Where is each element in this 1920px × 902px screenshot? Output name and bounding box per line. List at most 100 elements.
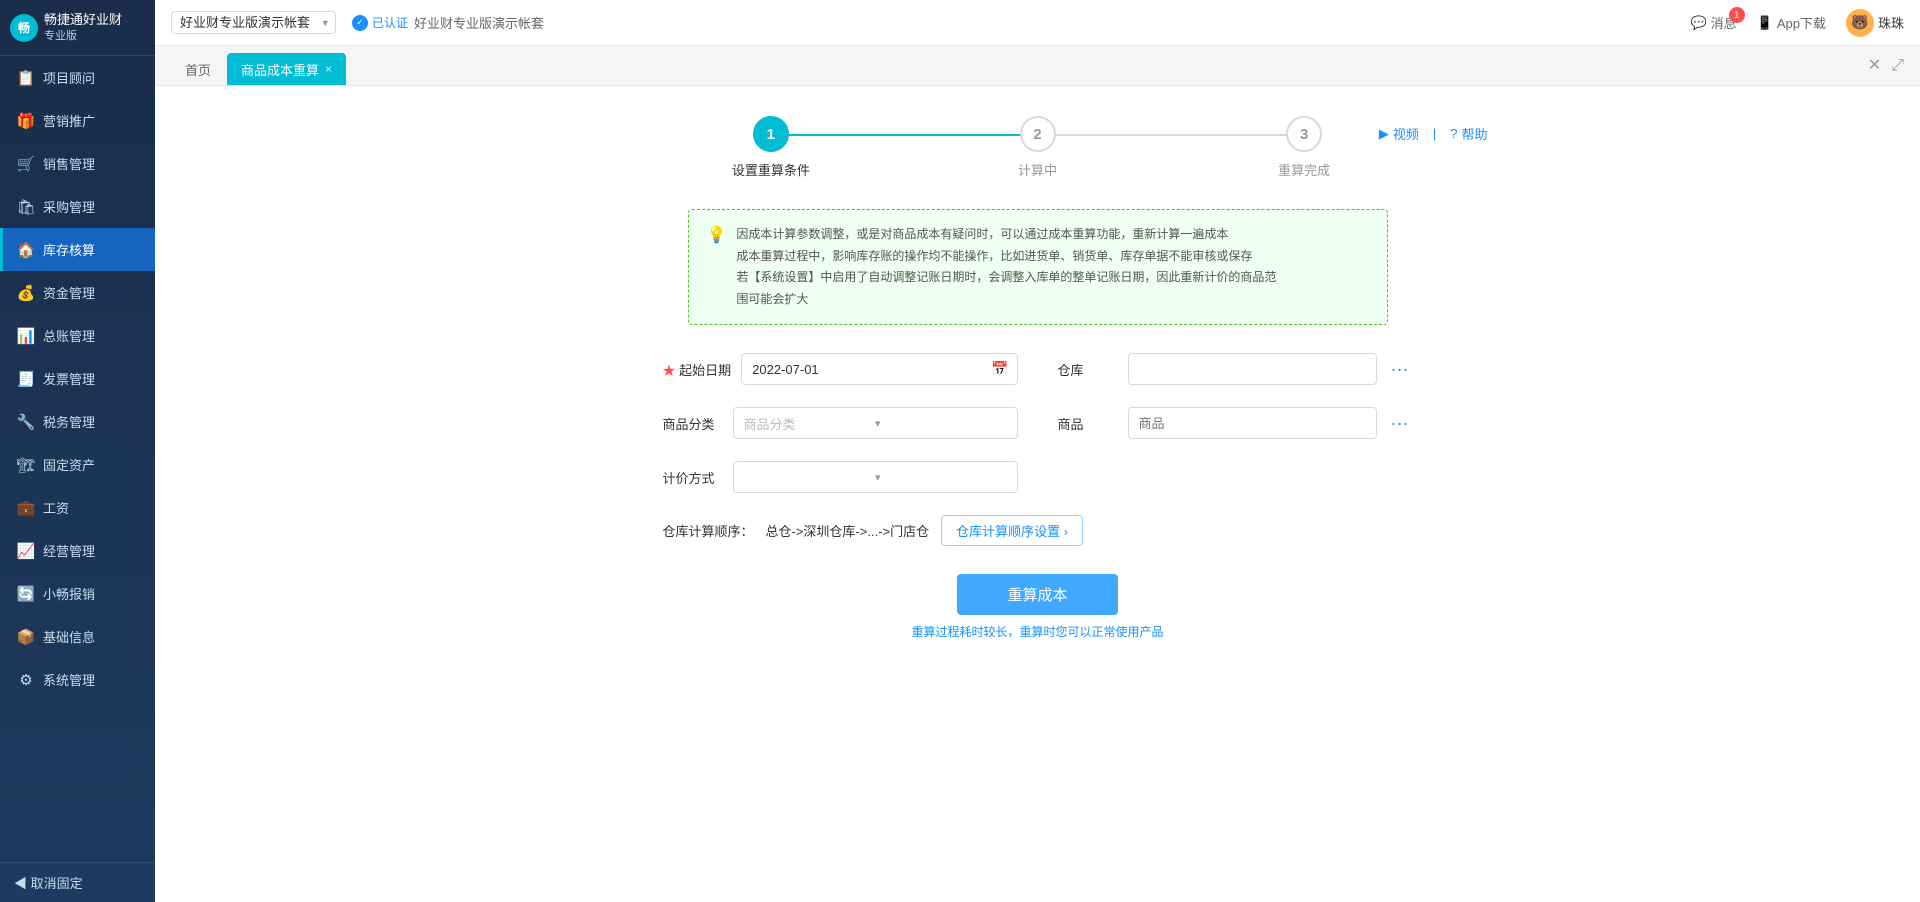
warehouse-label: 仓库 [1058,360,1118,379]
warehouse-order-label: 仓库计算顺序： [663,521,754,540]
username: 珠珠 [1878,13,1904,32]
help-circle-icon: ? [1450,126,1457,141]
step-2: 2 计算中 [904,116,1171,179]
warehouse-input-wrap [1128,353,1377,385]
warehouse-ellipsis-btn[interactable]: ··· [1387,359,1413,380]
logo-icon: 畅 [10,14,38,42]
step-3-circle: 3 [1286,116,1322,152]
calendar-icon[interactable]: 📅 [991,361,1008,378]
action-area: 重算成本 重算过程耗时较长，重算时您可以正常使用产品 [663,574,1413,640]
window-close-btn[interactable]: ✕ [1868,58,1881,74]
topbar-right: 💬 消息 1 📱 App下载 🐻 珠珠 [1690,9,1904,37]
stepper: 1 设置重算条件 2 计算中 3 [638,116,1438,179]
start-date-input-wrap: 📅 [741,353,1017,385]
category-field: 商品分类 商品分类 ▾ [663,407,1018,439]
category-select[interactable]: 商品分类 ▾ [733,407,1018,439]
account-select[interactable]: 好业财专业版演示帐套 [171,11,336,34]
sidebar-item-tax[interactable]: 🔧 税务管理 [0,400,155,443]
recalc-hint: 重算过程耗时较长，重算时您可以正常使用产品 [663,623,1413,640]
stepper-help: ▶ 视频 | ? 帮助 [1379,124,1488,143]
goods-input-wrap [1128,407,1377,439]
avatar: 🐻 [1846,9,1874,37]
required-mark: ★ [663,363,676,378]
start-date-field: ★ 起始日期 📅 [663,353,1018,385]
sidebar-item-finance[interactable]: 💰 资金管理 [0,271,155,314]
help-btn[interactable]: ? 帮助 [1450,124,1487,143]
phone-icon: 📱 [1757,15,1773,31]
sidebar-item-project[interactable]: 📋 项目顾问 [0,56,155,99]
warehouse-order-row: 仓库计算顺序： 总仓->深圳仓库->...->门店仓 仓库计算顺序设置 › [663,515,1413,546]
warehouse-input[interactable] [1139,362,1366,377]
step-1: 1 设置重算条件 [638,116,905,179]
start-date-input[interactable] [752,362,1006,377]
assets-icon: 🏗 [17,456,35,474]
message-btn[interactable]: 💬 消息 1 [1690,13,1736,32]
sidebar-item-marketing[interactable]: 🎁 营销推广 [0,99,155,142]
account-selector-wrap[interactable]: 好业财专业版演示帐套 ▾ [171,11,336,34]
notification-badge: 1 [1729,7,1745,23]
form-row-1: ★ 起始日期 📅 仓库 ··· [663,353,1413,385]
expense-icon: 🔄 [17,585,35,603]
sidebar-item-invoice[interactable]: 🧾 发票管理 [0,357,155,400]
sidebar-pin-toggle[interactable]: ◀ 取消固定 [0,862,155,902]
sidebar-item-accounting[interactable]: 📊 总账管理 [0,314,155,357]
video-help-btn[interactable]: ▶ 视频 [1379,124,1419,143]
topbar: 好业财专业版演示帐套 ▾ ✓ 已认证 好业财专业版演示帐套 💬 消息 1 📱 A… [155,0,1920,46]
tab-home[interactable]: 首页 [171,53,225,85]
goods-ellipsis-btn[interactable]: ··· [1387,413,1413,434]
app-download-btn[interactable]: 📱 App下载 [1757,13,1826,32]
goods-input[interactable] [1139,416,1366,431]
sales-icon: 🛒 [17,155,35,173]
notice-icon: 💡 [707,225,727,310]
form-area: ★ 起始日期 📅 仓库 ··· [663,353,1413,640]
notice-text: 因成本计算参数调整，或是对商品成本有疑问时，可以通过成本重算功能，重新计算一遍成… [736,224,1276,310]
step-2-circle: 2 [1020,116,1056,152]
finance-icon: 💰 [17,284,35,302]
salary-icon: 💼 [17,499,35,517]
form-row-3: 计价方式 ▾ [663,461,1413,493]
step-3-label: 重算完成 [1278,160,1330,179]
sidebar-item-expense[interactable]: 🔄 小畅报销 [0,572,155,615]
invoice-icon: 🧾 [17,370,35,388]
pricing-select[interactable]: ▾ [733,461,1018,493]
warehouse-order-value: 总仓->深圳仓库->...->门店仓 [766,521,930,540]
sidebar-item-salary[interactable]: 💼 工资 [0,486,155,529]
certified-shield-icon: ✓ [352,15,368,31]
window-expand-btn[interactable]: ⤢ [1891,58,1904,74]
user-btn[interactable]: 🐻 珠珠 [1846,9,1904,37]
sidebar-item-purchase[interactable]: 🛍 采购管理 [0,185,155,228]
marketing-icon: 🎁 [17,112,35,130]
sidebar-item-inventory[interactable]: 🏠 库存核算 [0,228,155,271]
sidebar-item-basic[interactable]: 📦 基础信息 [0,615,155,658]
play-icon: ▶ [1379,126,1389,142]
tab-close-icon[interactable]: × [325,62,332,76]
sidebar-item-system[interactable]: ⚙ 系统管理 [0,658,155,701]
page-content: 1 设置重算条件 2 计算中 3 [155,86,1920,902]
recalc-btn[interactable]: 重算成本 [957,574,1117,615]
main-area: 好业财专业版演示帐套 ▾ ✓ 已认证 好业财专业版演示帐套 💬 消息 1 📱 A… [155,0,1920,902]
basic-icon: 📦 [17,628,35,646]
account-selector-area: 好业财专业版演示帐套 ▾ [171,11,336,34]
purchase-icon: 🛍 [17,198,35,216]
step-1-label: 设置重算条件 [732,160,810,179]
category-label: 商品分类 [663,414,723,433]
inventory-icon: 🏠 [17,241,35,259]
message-icon: 💬 [1690,15,1706,31]
category-arrow-icon: ▾ [875,417,1007,430]
pricing-field: 计价方式 ▾ [663,461,1018,493]
warehouse-order-settings-btn[interactable]: 仓库计算顺序设置 › [941,515,1083,546]
sidebar-item-operation[interactable]: 📈 经营管理 [0,529,155,572]
operation-icon: 📈 [17,542,35,560]
form-row-2: 商品分类 商品分类 ▾ 商品 ··· [663,407,1413,439]
sidebar-item-sales[interactable]: 🛒 销售管理 [0,142,155,185]
sidebar-item-assets[interactable]: 🏗 固定资产 [0,443,155,486]
tax-icon: 🔧 [17,413,35,431]
pricing-label: 计价方式 [663,468,723,487]
step-2-label: 计算中 [1018,160,1057,179]
tab-recalc[interactable]: 商品成本重算 × [227,53,346,85]
tabbar: 首页 商品成本重算 × ✕ ⤢ [155,46,1920,86]
sidebar: 畅 畅捷通好业财 专业版 📋 项目顾问 🎁 营销推广 🛒 销售管理 🛍 采购管理 [0,0,155,902]
step-1-circle: 1 [753,116,789,152]
system-icon: ⚙ [17,671,35,689]
goods-label: 商品 [1058,414,1118,433]
